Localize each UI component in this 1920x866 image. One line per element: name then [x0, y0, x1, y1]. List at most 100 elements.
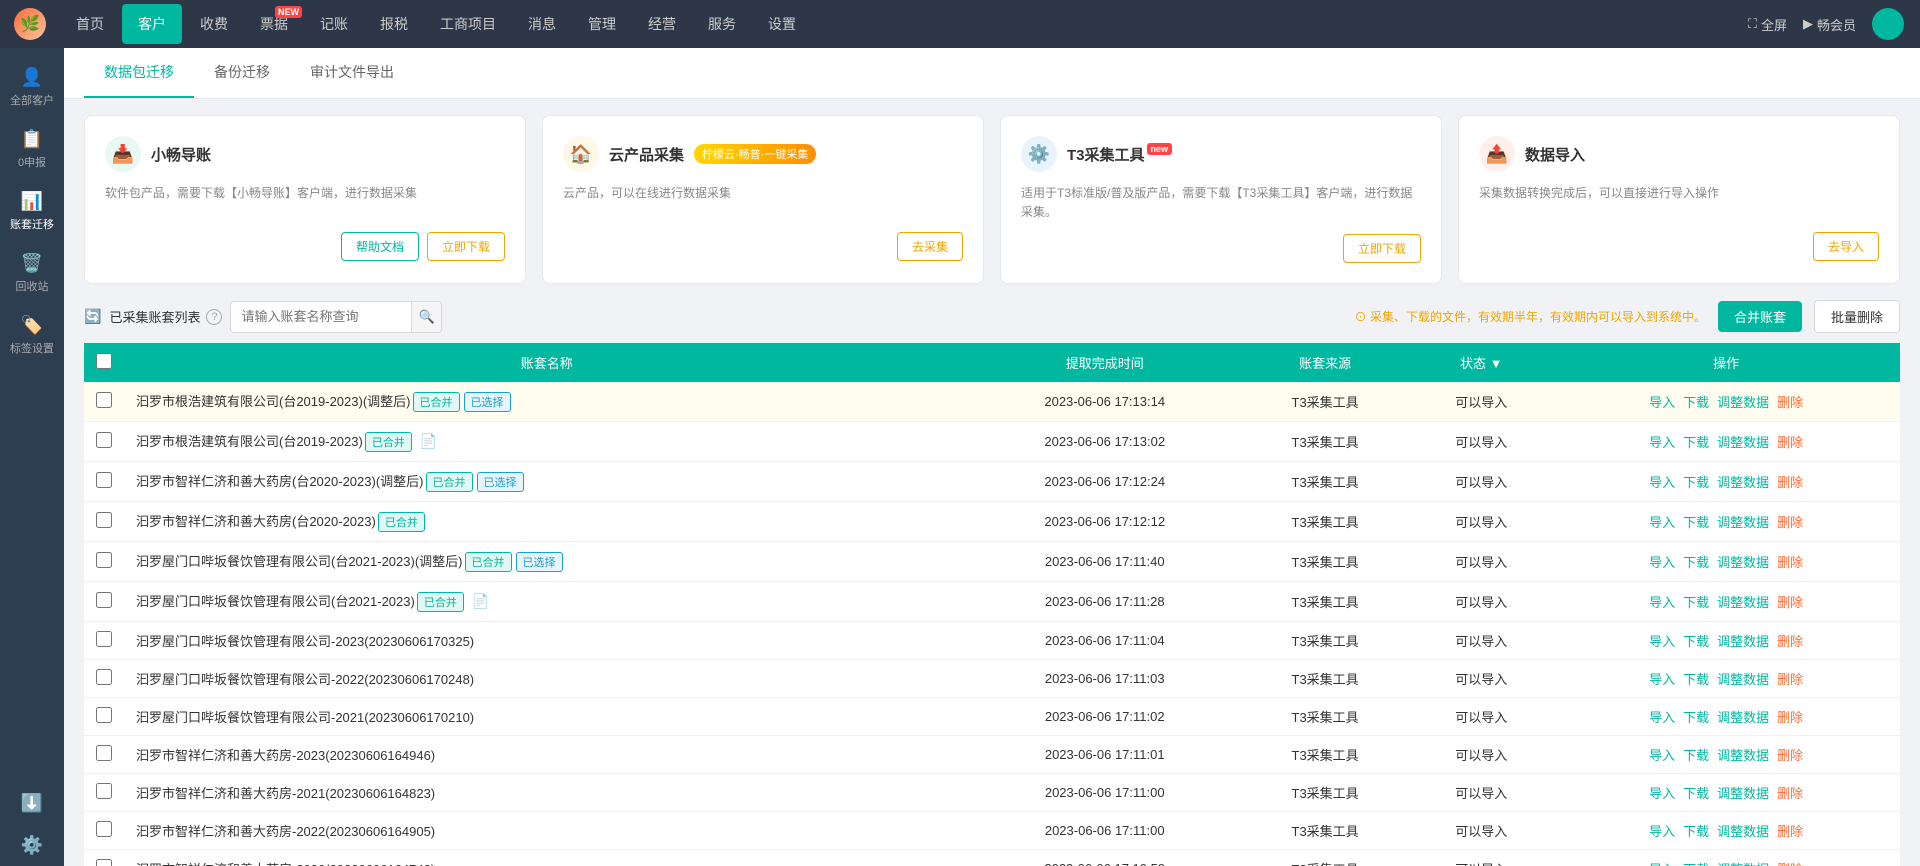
action-调整数据[interactable]: 调整数据: [1713, 824, 1773, 839]
download-now-button[interactable]: 立即下载: [427, 232, 505, 261]
action-下载[interactable]: 下载: [1679, 786, 1713, 801]
action-删除[interactable]: 删除: [1773, 786, 1807, 801]
action-调整数据[interactable]: 调整数据: [1713, 515, 1773, 530]
action-调整数据[interactable]: 调整数据: [1713, 435, 1773, 450]
row-checkbox[interactable]: [96, 783, 112, 799]
action-导入[interactable]: 导入: [1645, 824, 1679, 839]
column-status[interactable]: 状态 ▼: [1410, 343, 1552, 382]
action-下载[interactable]: 下载: [1679, 710, 1713, 725]
action-调整数据[interactable]: 调整数据: [1713, 786, 1773, 801]
action-下载[interactable]: 下载: [1679, 475, 1713, 490]
action-导入[interactable]: 导入: [1645, 435, 1679, 450]
row-checkbox[interactable]: [96, 392, 112, 408]
row-checkbox[interactable]: [96, 669, 112, 685]
app-logo[interactable]: 🌿: [0, 0, 60, 48]
action-删除[interactable]: 删除: [1773, 435, 1807, 450]
action-调整数据[interactable]: 调整数据: [1713, 748, 1773, 763]
fullscreen-button[interactable]: ⛶ 全屏: [1748, 15, 1787, 34]
row-checkbox[interactable]: [96, 707, 112, 723]
action-删除[interactable]: 删除: [1773, 672, 1807, 687]
row-checkbox[interactable]: [96, 821, 112, 837]
action-导入[interactable]: 导入: [1645, 748, 1679, 763]
nav-bookkeeping[interactable]: 记账: [304, 0, 364, 48]
row-checkbox[interactable]: [96, 512, 112, 528]
nav-service[interactable]: 服务: [692, 0, 752, 48]
sidebar-item-account-migration[interactable]: 📊 账套迁移: [0, 180, 64, 242]
merge-account-button[interactable]: 合并账套: [1718, 301, 1802, 332]
nav-tax[interactable]: 报税: [364, 0, 424, 48]
tab-data-package-migration[interactable]: 数据包迁移: [84, 48, 194, 98]
action-删除[interactable]: 删除: [1773, 555, 1807, 570]
action-导入[interactable]: 导入: [1645, 395, 1679, 410]
user-avatar[interactable]: [1872, 8, 1904, 40]
t3-download-button[interactable]: 立即下载: [1343, 234, 1421, 263]
action-删除[interactable]: 删除: [1773, 515, 1807, 530]
action-调整数据[interactable]: 调整数据: [1713, 595, 1773, 610]
nav-operation[interactable]: 经营: [632, 0, 692, 48]
action-下载[interactable]: 下载: [1679, 595, 1713, 610]
action-下载[interactable]: 下载: [1679, 395, 1713, 410]
action-导入[interactable]: 导入: [1645, 634, 1679, 649]
action-下载[interactable]: 下载: [1679, 862, 1713, 866]
action-删除[interactable]: 删除: [1773, 395, 1807, 410]
action-导入[interactable]: 导入: [1645, 786, 1679, 801]
nav-setting[interactable]: 设置: [752, 0, 812, 48]
sidebar-item-download[interactable]: ⬇️: [0, 782, 64, 824]
action-下载[interactable]: 下载: [1679, 515, 1713, 530]
action-下载[interactable]: 下载: [1679, 824, 1713, 839]
action-删除[interactable]: 删除: [1773, 634, 1807, 649]
action-下载[interactable]: 下载: [1679, 555, 1713, 570]
action-导入[interactable]: 导入: [1645, 555, 1679, 570]
member-button[interactable]: ▶ 畅会员: [1803, 15, 1856, 34]
sidebar-item-recycle[interactable]: 🗑️ 回收站: [0, 242, 64, 304]
action-调整数据[interactable]: 调整数据: [1713, 710, 1773, 725]
row-checkbox[interactable]: [96, 745, 112, 761]
nav-invoice[interactable]: 票据NEW: [244, 0, 304, 48]
batch-delete-button[interactable]: 批量删除: [1814, 300, 1900, 333]
nav-message[interactable]: 消息: [512, 0, 572, 48]
tab-audit-export[interactable]: 审计文件导出: [290, 48, 414, 98]
row-checkbox[interactable]: [96, 592, 112, 608]
action-调整数据[interactable]: 调整数据: [1713, 555, 1773, 570]
action-导入[interactable]: 导入: [1645, 862, 1679, 866]
go-import-button[interactable]: 去导入: [1813, 232, 1879, 261]
action-下载[interactable]: 下载: [1679, 672, 1713, 687]
action-导入[interactable]: 导入: [1645, 595, 1679, 610]
action-删除[interactable]: 删除: [1773, 595, 1807, 610]
action-删除[interactable]: 删除: [1773, 710, 1807, 725]
row-checkbox[interactable]: [96, 631, 112, 647]
row-checkbox[interactable]: [96, 552, 112, 568]
info-icon[interactable]: ?: [206, 309, 222, 325]
sidebar-item-account[interactable]: ⚙️: [0, 824, 64, 866]
search-button[interactable]: 🔍: [411, 302, 441, 332]
action-导入[interactable]: 导入: [1645, 710, 1679, 725]
nav-home[interactable]: 首页: [60, 0, 120, 48]
file-icon[interactable]: 📄: [472, 593, 489, 609]
action-导入[interactable]: 导入: [1645, 515, 1679, 530]
file-icon[interactable]: 📄: [420, 433, 437, 449]
sidebar-item-zero-declaration[interactable]: 📋 0申报: [0, 118, 64, 180]
nav-client[interactable]: 客户: [122, 4, 182, 44]
row-checkbox[interactable]: [96, 472, 112, 488]
row-checkbox[interactable]: [96, 859, 112, 866]
action-下载[interactable]: 下载: [1679, 435, 1713, 450]
sidebar-item-all-clients[interactable]: 👤 全部客户: [0, 56, 64, 118]
help-doc-button[interactable]: 帮助文档: [341, 232, 419, 261]
action-调整数据[interactable]: 调整数据: [1713, 862, 1773, 866]
action-删除[interactable]: 删除: [1773, 748, 1807, 763]
nav-fee[interactable]: 收费: [184, 0, 244, 48]
select-all-checkbox[interactable]: [96, 353, 112, 369]
action-导入[interactable]: 导入: [1645, 672, 1679, 687]
nav-manage[interactable]: 管理: [572, 0, 632, 48]
action-删除[interactable]: 删除: [1773, 824, 1807, 839]
row-checkbox[interactable]: [96, 432, 112, 448]
action-调整数据[interactable]: 调整数据: [1713, 475, 1773, 490]
action-调整数据[interactable]: 调整数据: [1713, 672, 1773, 687]
action-调整数据[interactable]: 调整数据: [1713, 395, 1773, 410]
action-下载[interactable]: 下载: [1679, 634, 1713, 649]
refresh-icon[interactable]: 🔄: [84, 308, 101, 325]
nav-business[interactable]: 工商项目: [424, 0, 512, 48]
go-collect-button[interactable]: 去采集: [897, 232, 963, 261]
search-input[interactable]: [231, 304, 411, 329]
action-删除[interactable]: 删除: [1773, 475, 1807, 490]
